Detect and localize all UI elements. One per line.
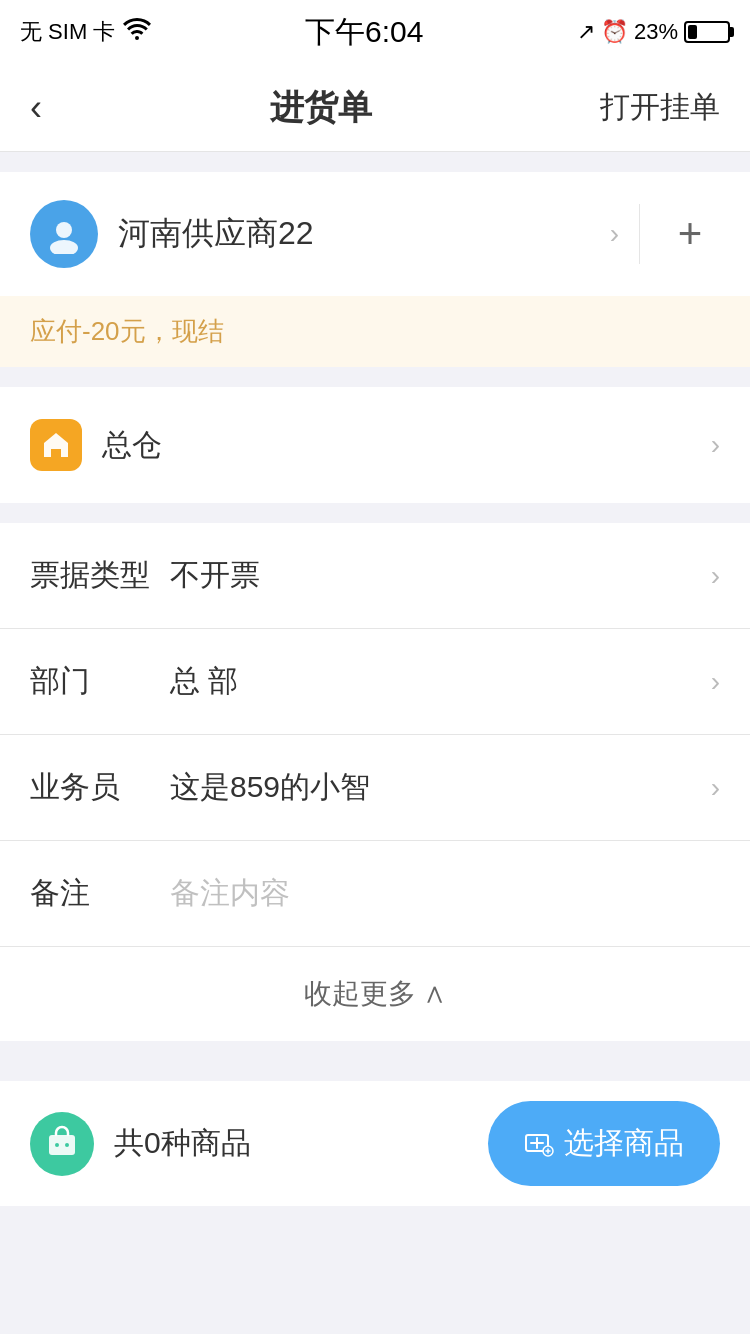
supplier-section: 河南供应商22 › + 应付-20元，现结 — [0, 172, 750, 367]
supplier-divider — [639, 204, 640, 264]
invoice-type-chevron-icon: › — [711, 560, 720, 592]
warehouse-row[interactable]: 总仓 › — [0, 387, 750, 503]
select-product-label: 选择商品 — [564, 1123, 684, 1164]
status-right: ↗ ⏰ 23% — [577, 19, 730, 45]
svg-rect-2 — [51, 449, 61, 457]
notice-bar: 应付-20元，现结 — [0, 296, 750, 367]
select-product-button[interactable]: 选择商品 — [488, 1101, 720, 1186]
supplier-chevron-icon: › — [610, 218, 619, 250]
battery-icon — [684, 21, 730, 43]
salesperson-row[interactable]: 业务员 这是859的小智 › — [0, 735, 750, 840]
department-value: 总 部 — [170, 661, 711, 702]
supplier-avatar — [30, 200, 98, 268]
nav-bar: ‹ 进货单 打开挂单 — [0, 64, 750, 152]
gap-2 — [0, 367, 750, 387]
product-count: 共0种商品 — [114, 1123, 488, 1164]
svg-point-0 — [56, 222, 72, 238]
svg-rect-3 — [49, 1135, 75, 1155]
salesperson-label: 业务员 — [30, 767, 170, 808]
warehouse-section: 总仓 › — [0, 387, 750, 503]
alarm-icon: ⏰ — [601, 19, 628, 45]
gap-1 — [0, 152, 750, 172]
warehouse-icon — [30, 419, 82, 471]
salesperson-value: 这是859的小智 — [170, 767, 711, 808]
supplier-row[interactable]: 河南供应商22 › + — [0, 172, 750, 296]
department-row[interactable]: 部门 总 部 › — [0, 629, 750, 734]
svg-point-5 — [65, 1143, 69, 1147]
salesperson-chevron-icon: › — [711, 772, 720, 804]
status-left: 无 SIM 卡 — [20, 17, 151, 47]
warehouse-value: 总仓 — [102, 425, 711, 466]
status-bar: 无 SIM 卡 下午6:04 ↗ ⏰ 23% — [0, 0, 750, 64]
remark-label: 备注 — [30, 873, 170, 914]
gap-4 — [0, 1041, 750, 1061]
remark-value[interactable]: 备注内容 — [170, 873, 720, 914]
department-chevron-icon: › — [711, 666, 720, 698]
no-sim-text: 无 SIM 卡 — [20, 17, 115, 47]
add-supplier-button[interactable]: + — [660, 204, 720, 264]
department-label: 部门 — [30, 661, 170, 702]
collapse-label: 收起更多 ∧ — [304, 975, 447, 1013]
back-button[interactable]: ‹ — [30, 87, 42, 129]
invoice-type-row[interactable]: 票据类型 不开票 › — [0, 523, 750, 628]
warehouse-chevron-icon: › — [711, 429, 720, 461]
invoice-type-value: 不开票 — [170, 555, 711, 596]
battery-percent: 23% — [634, 19, 678, 45]
page-title: 进货单 — [270, 85, 372, 131]
product-icon — [30, 1112, 94, 1176]
remark-row[interactable]: 备注 备注内容 — [0, 841, 750, 946]
supplier-name: 河南供应商22 — [118, 212, 610, 256]
svg-point-4 — [55, 1143, 59, 1147]
invoice-type-label: 票据类型 — [30, 555, 170, 596]
svg-point-1 — [50, 240, 78, 254]
product-bar: 共0种商品 选择商品 — [0, 1081, 750, 1206]
location-icon: ↗ — [577, 19, 595, 45]
gap-3 — [0, 503, 750, 523]
form-section: 票据类型 不开票 › 部门 总 部 › 业务员 这是859的小智 › 备注 备注… — [0, 523, 750, 1041]
collapse-row[interactable]: 收起更多 ∧ — [0, 947, 750, 1041]
open-pending-button[interactable]: 打开挂单 — [600, 87, 720, 128]
wifi-icon — [123, 18, 151, 46]
status-time: 下午6:04 — [305, 12, 423, 53]
